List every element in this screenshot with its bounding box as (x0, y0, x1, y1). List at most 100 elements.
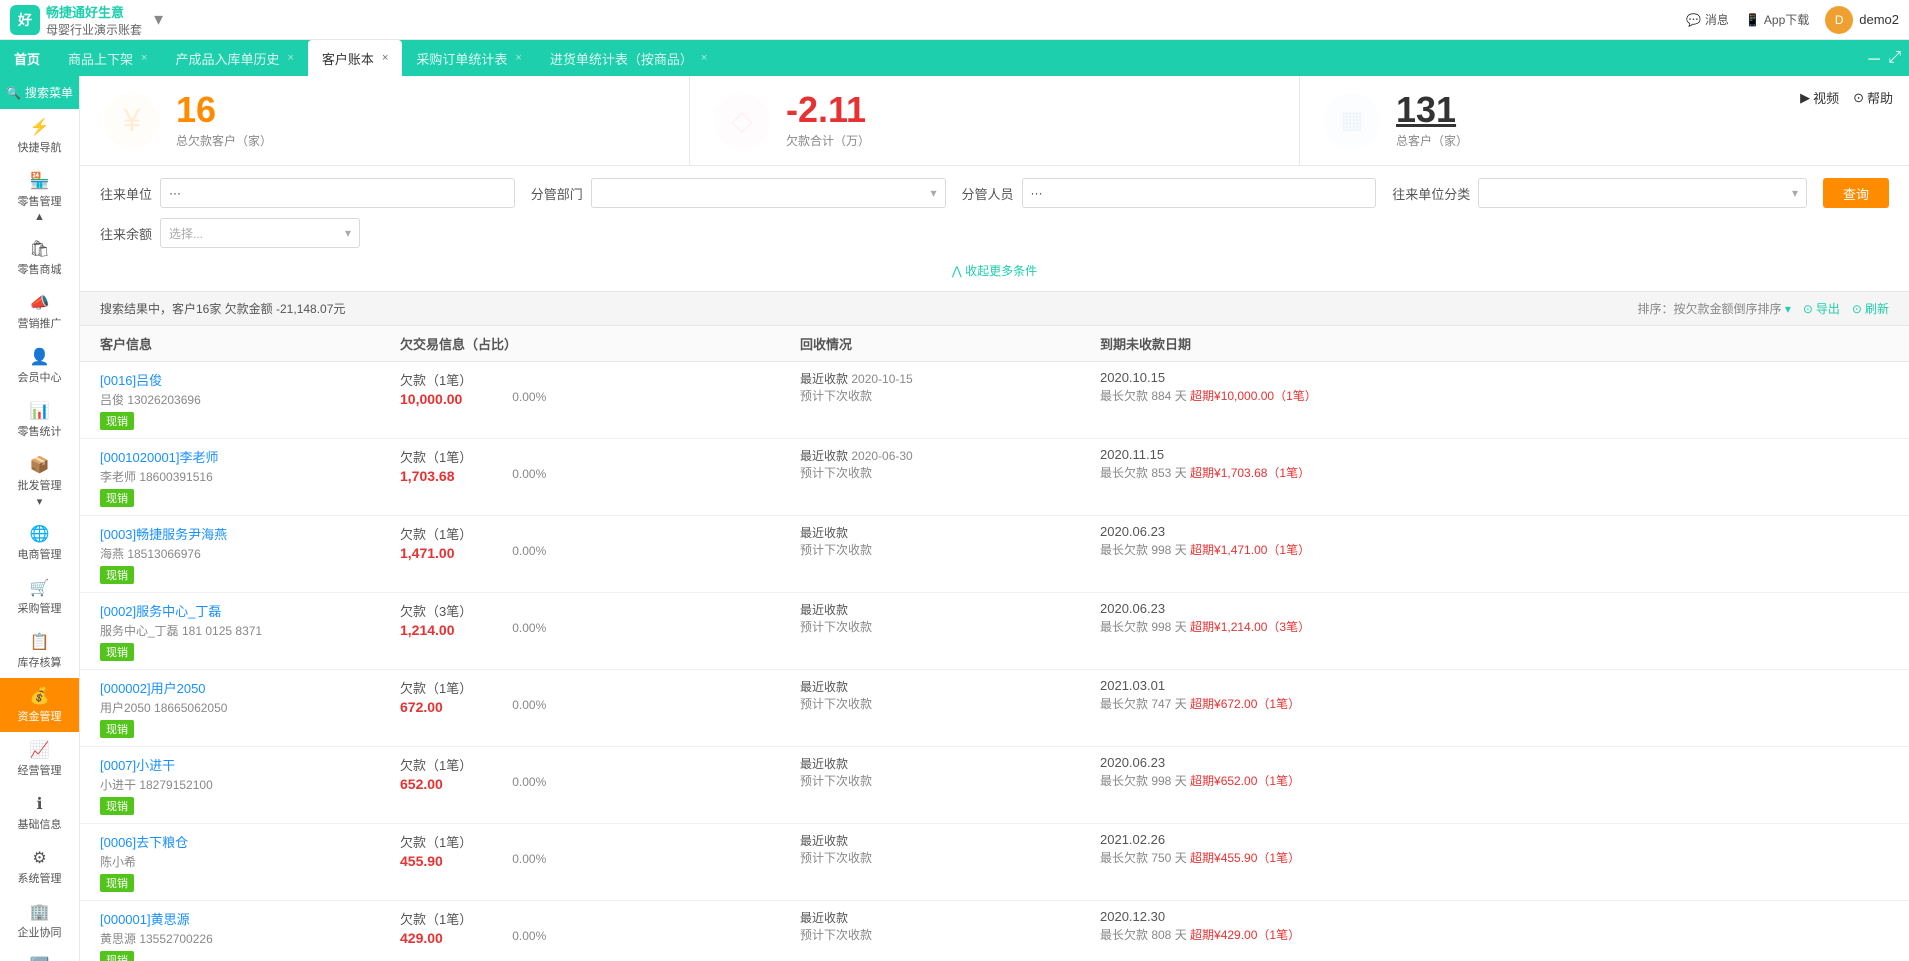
tab-product-off-close[interactable]: × (141, 52, 147, 64)
manager-input[interactable]: ··· (1022, 178, 1377, 208)
due-info-6: 2021.02.26 最长欠款 750 天 超期¥455.90（1笔） (1100, 832, 1889, 866)
sidebar-item-ops[interactable]: 📈 经营管理 (0, 732, 79, 786)
retail-mgmt-arrow: ▲ (34, 211, 45, 223)
tab-maximize-btn[interactable]: ⤢ (1888, 49, 1901, 67)
sidebar-item-purchase[interactable]: 🛒 采购管理 (0, 570, 79, 624)
unit-class-arrow: ▾ (1792, 186, 1798, 200)
from-unit-input[interactable]: ··· (160, 178, 515, 208)
manager-dots: ··· (1031, 186, 1043, 200)
download-icon: 📱 (1745, 13, 1760, 27)
debt-count-1: 欠款（1笔） (400, 447, 472, 466)
ecom-icon: 🌐 (30, 524, 50, 544)
refresh-icon: ⊙ (1852, 302, 1862, 316)
sidebar-item-retail-mgmt[interactable]: 🏪 零售管理 ▲ (0, 163, 79, 231)
overdue-link-4[interactable]: 超期¥672.00（1笔） (1190, 697, 1300, 711)
message-btn[interactable]: 💬 消息 (1686, 11, 1729, 28)
collapse-btn[interactable]: ⋀ 收起更多条件 (100, 258, 1889, 279)
ops-label: 经营管理 (18, 762, 62, 778)
customer-id-6[interactable]: [0006]去下粮仓 (100, 832, 400, 851)
tab-incoming-stats[interactable]: 进货单统计表（按商品） × (536, 40, 721, 76)
stat-card-debt-amount: ◇ -2.11 欠款合计（万） (690, 76, 1300, 165)
sidebar-item-enterprise[interactable]: 🏢 企业协同 (0, 894, 79, 948)
debt-ratio-3: 0.00% (512, 621, 546, 635)
tab-product-off[interactable]: 商品上下架 × (54, 40, 161, 76)
view-btn[interactable]: ▶ 视频 (1800, 88, 1839, 107)
sidebar-item-basic[interactable]: ℹ 基础信息 (0, 786, 79, 840)
tab-purchase-order-label: 采购订单统计表 (416, 49, 507, 68)
tab-purchase-order-close[interactable]: × (515, 52, 521, 64)
tab-home[interactable]: 首页 (0, 40, 54, 76)
sidebar-item-batch-mgmt[interactable]: 📦 批发管理 ▾ (0, 447, 79, 516)
sidebar-item-marketing[interactable]: 📣 营销推广 (0, 285, 79, 339)
customer-id-1[interactable]: [0001020001]李老师 (100, 447, 400, 466)
tab-incoming-stats-close[interactable]: × (701, 52, 707, 64)
overdue-link-1[interactable]: 超期¥1,703.68（1笔） (1190, 466, 1310, 480)
export-btn[interactable]: ⊙ 导出 (1803, 300, 1840, 317)
customer-id-4[interactable]: [000002]用户2050 (100, 678, 400, 697)
tab-purchase-order[interactable]: 采购订单统计表 × (402, 40, 535, 76)
col-header-due: 到期未收款日期 (1100, 334, 1889, 353)
customer-id-7[interactable]: [000001]黄思源 (100, 909, 400, 928)
overdue-link-5[interactable]: 超期¥652.00（1笔） (1190, 774, 1300, 788)
view-icon: ▶ (1800, 90, 1810, 106)
sidebar-item-system[interactable]: ⚙ 系统管理 (0, 840, 79, 894)
sidebar-item-member[interactable]: 👤 会员中心 (0, 339, 79, 393)
refresh-btn[interactable]: ⊙ 刷新 (1852, 300, 1889, 317)
search-menu-label: 搜索菜单 (25, 84, 73, 101)
stat-icon-total: ▦ (1324, 93, 1380, 149)
member-icon: 👤 (30, 347, 50, 367)
tab-minimize-btn[interactable]: － (1866, 46, 1882, 70)
sidebar-item-ecom[interactable]: 🌐 电商管理 (0, 516, 79, 570)
finance-icon: 💰 (30, 686, 50, 706)
basic-label: 基础信息 (18, 816, 62, 832)
tab-product-history[interactable]: 产成品入库单历史 × (161, 40, 307, 76)
collection-info-1: 最近收款 2020-06-30 预计下次收款 (800, 447, 1100, 481)
customer-id-3[interactable]: [0002]服务中心_丁磊 (100, 601, 400, 620)
overdue-link-7[interactable]: 超期¥429.00（1笔） (1190, 928, 1300, 942)
inventory-icon: 📋 (30, 632, 50, 652)
search-menu-btn[interactable]: 🔍 搜索菜单 (0, 76, 79, 109)
retail-mgmt-icon: 🏪 (30, 171, 50, 191)
overdue-link-3[interactable]: 超期¥1,214.00（3笔） (1190, 620, 1310, 634)
user-menu[interactable]: D demo2 (1825, 6, 1899, 34)
table-row: [0016]吕俊 吕俊 13026203696 现销 欠款（1笔） 10,000… (80, 362, 1909, 439)
sidebar-item-finance[interactable]: 💰 资金管理 (0, 678, 79, 732)
unit-class-input[interactable]: ▾ (1478, 178, 1807, 208)
sidebar-item-inventory[interactable]: 📋 库存核算 (0, 624, 79, 678)
help-icon: ⊙ (1853, 90, 1864, 106)
sidebar-item-quicknav[interactable]: ⚡ 快捷导航 (0, 109, 79, 163)
table-header: 客户信息 欠交易信息（占比） 回收情况 到期未收款日期 (80, 326, 1909, 362)
tab-customer-account[interactable]: 客户账本 × (308, 40, 402, 76)
debt-info-3: 欠款（3笔） 1,214.00 0.00% (400, 601, 800, 638)
message-icon: 💬 (1686, 13, 1701, 27)
sidebar-item-retail-mall[interactable]: 🛍 零售商城 (0, 231, 79, 285)
purchase-label: 采购管理 (18, 600, 62, 616)
retail-mall-icon: 🛍 (29, 239, 49, 259)
help-btn[interactable]: ⊙ 帮助 (1853, 88, 1893, 107)
tab-product-history-close[interactable]: × (287, 52, 293, 64)
customer-id-0[interactable]: [0016]吕俊 (100, 370, 400, 389)
sidebar-item-retail-stats[interactable]: 📊 零售统计 (0, 393, 79, 447)
tab-product-off-label: 商品上下架 (68, 49, 133, 68)
customer-contact-4: 用户2050 18665062050 (100, 699, 400, 716)
balance-input[interactable]: 选择... ▾ (160, 218, 360, 248)
customer-id-5[interactable]: [0007]小进干 (100, 755, 400, 774)
overdue-link-2[interactable]: 超期¥1,471.00（1笔） (1190, 543, 1310, 557)
overdue-link-0[interactable]: 超期¥10,000.00（1笔） (1190, 389, 1317, 403)
sidebar-item-guide[interactable]: 🆕 新手引导 (0, 948, 79, 961)
system-label: 系统管理 (18, 870, 62, 886)
stat-number-amount: -2.11 (786, 92, 1275, 128)
tab-customer-account-close[interactable]: × (382, 52, 388, 64)
company-switcher[interactable]: ▾ (154, 9, 163, 30)
app-download-btn[interactable]: 📱 App下载 (1745, 11, 1809, 28)
retail-mall-label: 零售商城 (18, 261, 62, 277)
debt-ratio-1: 0.00% (512, 467, 546, 481)
dept-input[interactable]: ▾ (591, 178, 946, 208)
customer-contact-2: 海燕 18513066976 (100, 545, 400, 562)
customer-id-2[interactable]: [0003]畅捷服务尹海燕 (100, 524, 400, 543)
stat-label-debt: 总欠款客户（家） (176, 132, 665, 149)
search-btn[interactable]: 查询 (1823, 178, 1889, 208)
stat-card-debt-customers: ¥ 16 总欠款客户（家） (80, 76, 690, 165)
filter-manager: 分管人员 ··· (962, 178, 1377, 208)
overdue-link-6[interactable]: 超期¥455.90（1笔） (1190, 851, 1300, 865)
